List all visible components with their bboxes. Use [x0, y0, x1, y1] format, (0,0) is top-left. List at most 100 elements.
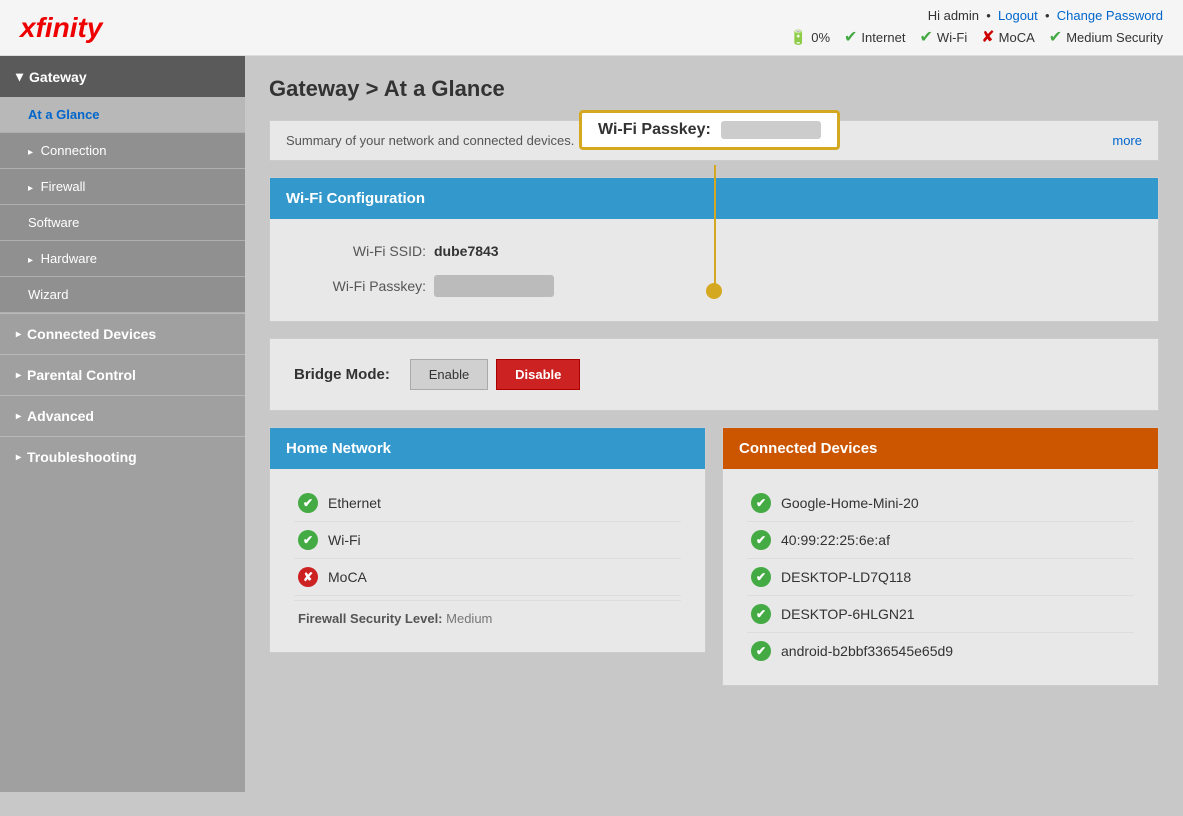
home-network-panel: Home Network ✔ Ethernet ✔ Wi-Fi ✘ MoCA: [269, 427, 706, 702]
ethernet-item: ✔ Ethernet: [294, 485, 681, 522]
sidebar-connection[interactable]: ▸ Connection: [0, 133, 245, 169]
device-4-label: android-b2bbf336545e65d9: [781, 643, 953, 659]
change-password-link[interactable]: Change Password: [1057, 8, 1163, 23]
wifi-status: ✔ Wi-Fi: [920, 27, 968, 47]
arrow-right-icon2: ▸: [28, 183, 33, 194]
sidebar-at-a-glance[interactable]: At a Glance: [0, 97, 245, 133]
device-2-label: DESKTOP-LD7Q118: [781, 569, 911, 585]
sidebar-parental-control[interactable]: ▸ Parental Control: [0, 354, 245, 395]
device-4-check-icon: ✔: [751, 641, 771, 661]
sidebar-software[interactable]: Software: [0, 205, 245, 241]
arrow-right-icon: ▸: [28, 147, 33, 158]
device-0-label: Google-Home-Mini-20: [781, 495, 919, 511]
device-1-check-icon: ✔: [751, 530, 771, 550]
security-label: Medium Security: [1066, 30, 1163, 45]
battery-percent: 0%: [811, 30, 830, 45]
connection-label: Connection: [41, 143, 107, 158]
moca-status: ✘ MoCA: [981, 27, 1035, 47]
wifi-check-icon: ✔: [920, 27, 933, 47]
device-item-0: ✔ Google-Home-Mini-20: [747, 485, 1134, 522]
firewall-security-label: Firewall Security Level:: [298, 611, 443, 626]
security-status: ✔ Medium Security: [1049, 27, 1163, 47]
connected-devices-section: Connected Devices ✔ Google-Home-Mini-20 …: [722, 427, 1159, 686]
firewall-security-value: Medium: [446, 611, 492, 626]
enable-button[interactable]: Enable: [410, 359, 488, 390]
page-title: Gateway > At a Glance: [269, 76, 1159, 102]
device-item-2: ✔ DESKTOP-LD7Q118: [747, 559, 1134, 596]
passkey-value-blur: [434, 275, 554, 297]
connected-devices-panel: Connected Devices ✔ Google-Home-Mini-20 …: [722, 427, 1159, 702]
wifi-home-check-icon: ✔: [298, 530, 318, 550]
arrow-right-icon3: ▸: [28, 255, 33, 266]
ethernet-check-icon: ✔: [298, 493, 318, 513]
sidebar-firewall[interactable]: ▸ Firewall: [0, 169, 245, 205]
ethernet-label: Ethernet: [328, 495, 381, 511]
gateway-label: Gateway: [29, 69, 87, 85]
logo: xfinity: [20, 12, 102, 44]
security-check-icon: ✔: [1049, 27, 1062, 47]
connected-devices-body: ✔ Google-Home-Mini-20 ✔ 40:99:22:25:6e:a…: [723, 469, 1158, 685]
logout-link[interactable]: Logout: [998, 8, 1038, 23]
arrow-right-icon6: ▸: [16, 411, 21, 422]
moca-item: ✘ MoCA: [294, 559, 681, 596]
arrow-right-icon4: ▸: [16, 329, 21, 340]
bridge-mode-section: Bridge Mode: Enable Disable: [269, 338, 1159, 411]
moca-label: MoCA: [999, 30, 1035, 45]
connected-devices-sidebar-label: Connected Devices: [27, 326, 156, 342]
content: Gateway > At a Glance Wi-Fi Passkey: Sum…: [245, 56, 1183, 792]
device-item-4: ✔ android-b2bbf336545e65d9: [747, 633, 1134, 669]
header-right: Hi admin • Logout • Change Password 🔋 0%…: [790, 8, 1163, 47]
arrow-right-icon7: ▸: [16, 452, 21, 463]
hardware-label: Hardware: [41, 251, 97, 266]
firewall-label: Firewall: [41, 179, 86, 194]
home-network-section: Home Network ✔ Ethernet ✔ Wi-Fi ✘ MoCA: [269, 427, 706, 653]
sidebar-connected-devices[interactable]: ▸ Connected Devices: [0, 313, 245, 354]
home-network-header: Home Network: [270, 428, 705, 469]
sidebar-advanced[interactable]: ▸ Advanced: [0, 395, 245, 436]
moca-x-icon: ✘: [981, 27, 994, 47]
logo-text: xfinity: [20, 12, 102, 43]
troubleshooting-label: Troubleshooting: [27, 449, 137, 465]
more-link[interactable]: more: [1112, 133, 1142, 148]
tooltip-dot: [706, 283, 722, 299]
battery-icon: 🔋: [790, 29, 807, 46]
connected-devices-header: Connected Devices: [723, 428, 1158, 469]
passkey-blur-tooltip: [721, 121, 821, 139]
ssid-label: Wi-Fi SSID:: [294, 243, 434, 259]
header-status: 🔋 0% ✔ Internet ✔ Wi-Fi ✘ MoCA ✔ Medium …: [790, 27, 1163, 47]
wifi-label: Wi-Fi: [937, 30, 967, 45]
device-1-label: 40:99:22:25:6e:af: [781, 532, 890, 548]
sidebar-hardware[interactable]: ▸ Hardware: [0, 241, 245, 277]
arrow-right-icon5: ▸: [16, 370, 21, 381]
moca-home-label: MoCA: [328, 569, 367, 585]
tooltip-line: [714, 165, 716, 285]
wifi-item: ✔ Wi-Fi: [294, 522, 681, 559]
user-greeting: Hi admin: [928, 8, 979, 23]
software-label: Software: [28, 215, 79, 230]
at-a-glance-label: At a Glance: [28, 107, 100, 122]
device-item-1: ✔ 40:99:22:25:6e:af: [747, 522, 1134, 559]
sidebar-gateway[interactable]: ▾ Gateway: [0, 56, 245, 97]
sidebar-wizard[interactable]: Wizard: [0, 277, 245, 313]
moca-home-x-icon: ✘: [298, 567, 318, 587]
header: xfinity Hi admin • Logout • Change Passw…: [0, 0, 1183, 56]
sidebar: ▾ Gateway At a Glance ▸ Connection ▸ Fir…: [0, 56, 245, 792]
tooltip-label: Wi-Fi Passkey:: [598, 121, 711, 139]
sidebar-troubleshooting[interactable]: ▸ Troubleshooting: [0, 436, 245, 477]
header-user: Hi admin • Logout • Change Password: [928, 8, 1163, 23]
main-layout: ▾ Gateway At a Glance ▸ Connection ▸ Fir…: [0, 56, 1183, 792]
wifi-home-label: Wi-Fi: [328, 532, 361, 548]
internet-status: ✔ Internet: [844, 27, 906, 47]
bottom-panels: Home Network ✔ Ethernet ✔ Wi-Fi ✘ MoCA: [269, 427, 1159, 702]
device-3-label: DESKTOP-6HLGN21: [781, 606, 915, 622]
arrow-down-icon: ▾: [16, 68, 23, 85]
parental-control-label: Parental Control: [27, 367, 136, 383]
advanced-label: Advanced: [27, 408, 94, 424]
firewall-security-row: Firewall Security Level: Medium: [294, 600, 681, 636]
internet-label: Internet: [861, 30, 905, 45]
disable-button[interactable]: Disable: [496, 359, 580, 390]
home-network-body: ✔ Ethernet ✔ Wi-Fi ✘ MoCA Firewall Sec: [270, 469, 705, 652]
wizard-label: Wizard: [28, 287, 68, 302]
device-3-check-icon: ✔: [751, 604, 771, 624]
battery-status: 🔋 0%: [790, 29, 830, 46]
